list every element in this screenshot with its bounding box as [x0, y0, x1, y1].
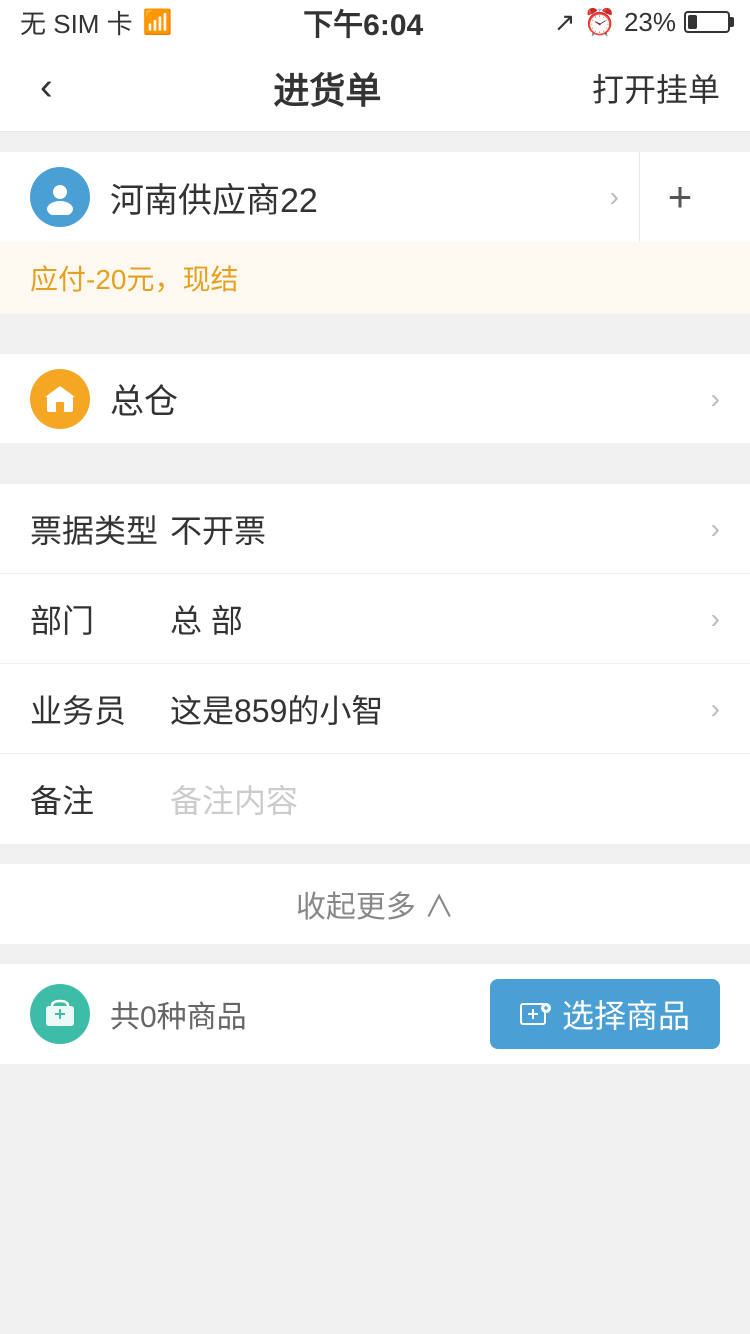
dept-chevron-icon: ›: [711, 603, 720, 635]
wifi-icon: 📶: [143, 8, 173, 37]
dept-row[interactable]: 部门 总 部 ›: [0, 574, 750, 664]
location-icon: ↗: [554, 7, 576, 38]
supplier-avatar: [30, 167, 90, 227]
sim-status: 无 SIM 卡: [20, 4, 133, 41]
collapse-row[interactable]: 收起更多 ∧: [0, 864, 750, 944]
page-title: 进货单: [273, 62, 381, 114]
remark-input[interactable]: 备注内容: [160, 776, 720, 822]
form-section: 票据类型 不开票 › 部门 总 部 › 业务员 这是859的小智 › 备注 备注…: [0, 464, 750, 844]
status-bar: 无 SIM 卡 📶 下午6:04 ↗ ⏰ 23%: [0, 0, 750, 44]
status-left: 无 SIM 卡 📶: [20, 4, 173, 41]
warehouse-section: 总仓 ›: [0, 334, 750, 444]
nav-bar: ‹ 进货单 打开挂单: [0, 44, 750, 132]
bottom-bar: 共0种商品 选择商品: [0, 964, 750, 1064]
product-count-icon: [30, 984, 90, 1044]
back-button[interactable]: ‹: [30, 56, 63, 119]
battery-icon: [684, 11, 730, 33]
open-pending-button[interactable]: 打开挂单: [592, 65, 720, 111]
invoice-label: 票据类型: [30, 506, 160, 552]
plus-icon: +: [668, 173, 693, 221]
invoice-chevron-icon: ›: [711, 513, 720, 545]
status-right: ↗ ⏰ 23%: [554, 7, 730, 38]
select-product-label: 选择商品: [562, 991, 690, 1037]
warehouse-row[interactable]: 总仓 ›: [0, 354, 750, 444]
collapse-label: 收起更多 ∧: [296, 882, 454, 926]
section-gap-1: [0, 132, 750, 152]
invoice-value: 不开票: [160, 506, 711, 552]
add-supplier-button[interactable]: +: [640, 173, 720, 221]
supplier-chevron-icon: ›: [610, 181, 619, 213]
section-gap-3: [0, 464, 750, 484]
supplier-name: 河南供应商22: [110, 173, 590, 222]
warehouse-icon-wrap: [30, 369, 90, 429]
sales-label: 业务员: [30, 686, 160, 732]
supplier-section: 河南供应商22 › +: [0, 152, 750, 242]
warehouse-chevron-icon: ›: [711, 383, 720, 415]
invoice-row[interactable]: 票据类型 不开票 ›: [0, 484, 750, 574]
alarm-icon: ⏰: [584, 7, 616, 38]
remark-row[interactable]: 备注 备注内容: [0, 754, 750, 844]
sales-row[interactable]: 业务员 这是859的小智 ›: [0, 664, 750, 754]
sales-value: 这是859的小智: [160, 686, 711, 732]
status-time: 下午6:04: [303, 0, 423, 44]
remark-label: 备注: [30, 776, 160, 822]
product-count-text: 共0种商品: [110, 992, 470, 1036]
battery-text: 23%: [624, 7, 676, 38]
dept-label: 部门: [30, 596, 160, 642]
dept-value: 总 部: [160, 596, 711, 642]
sales-chevron-icon: ›: [711, 693, 720, 725]
balance-notice: 应付-20元，现结: [0, 242, 750, 314]
warehouse-name: 总仓: [110, 374, 711, 423]
supplier-row[interactable]: 河南供应商22 ›: [30, 152, 640, 242]
section-gap-2: [0, 334, 750, 354]
select-product-button[interactable]: 选择商品: [490, 979, 720, 1049]
